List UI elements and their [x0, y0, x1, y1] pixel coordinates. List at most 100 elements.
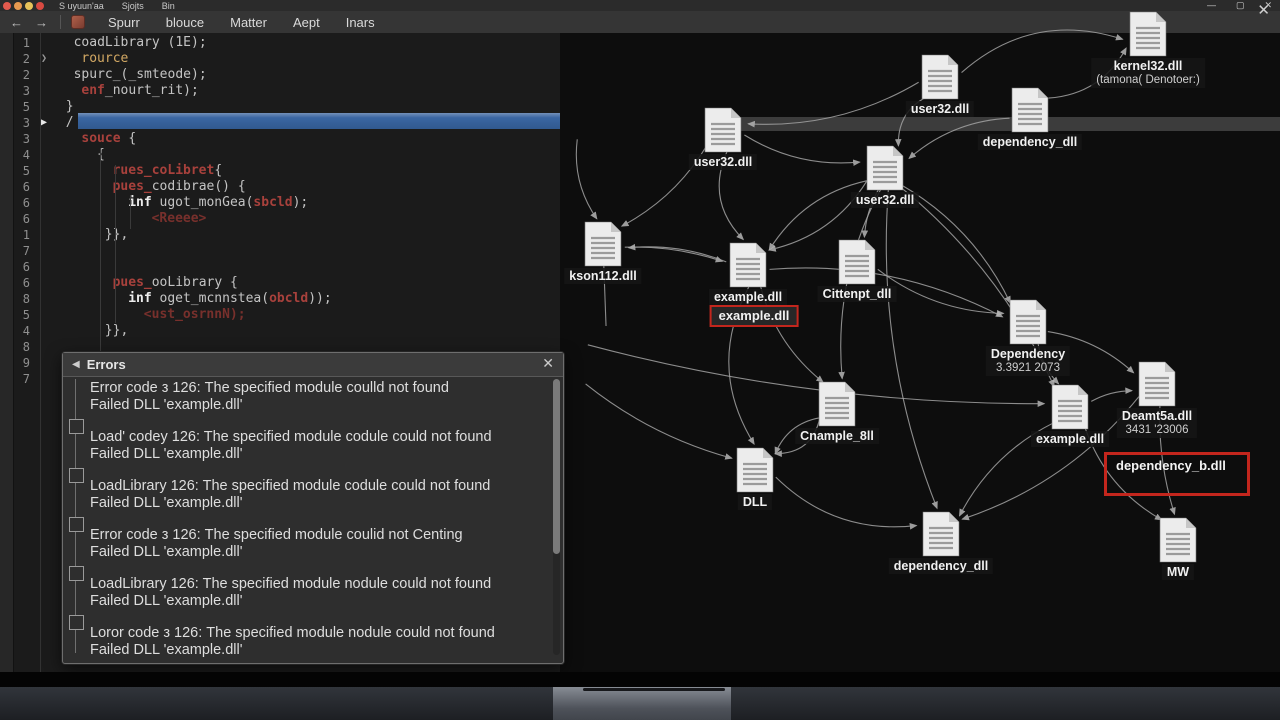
back-button[interactable]: ← — [10, 15, 23, 30]
fold-icon[interactable] — [30, 67, 58, 83]
node-label[interactable]: dependency_dll — [888, 558, 994, 574]
error-checkbox[interactable] — [69, 517, 84, 532]
code-line[interactable]: 1}}, — [0, 227, 560, 243]
traffic-light-icon[interactable] — [14, 1, 22, 10]
line-number[interactable]: 4 — [0, 323, 30, 339]
toolbar-menu-item[interactable]: blouce — [166, 15, 204, 30]
dll-file-icon[interactable] — [818, 381, 856, 427]
fold-icon[interactable] — [30, 371, 58, 387]
fold-icon[interactable] — [30, 259, 58, 275]
node-label[interactable]: Cittenpt_dll — [817, 286, 897, 302]
code-line[interactable]: 6 <Reeee> — [0, 211, 560, 227]
code-line[interactable]: 6 — [0, 259, 560, 275]
code-line[interactable]: 4{ — [0, 147, 560, 163]
code-line[interactable]: 8 inf oget_mcnnstea(obcld)); — [0, 291, 560, 307]
node-label[interactable]: user32.dll — [688, 154, 758, 170]
fold-icon[interactable] — [30, 179, 58, 195]
fold-icon[interactable] — [30, 243, 58, 259]
titlebar-menu-item[interactable]: Bin — [162, 1, 175, 11]
fold-icon[interactable] — [30, 291, 58, 307]
fold-icon[interactable]: ❯ — [30, 51, 58, 67]
fold-icon[interactable] — [30, 307, 58, 323]
error-highlight-chip[interactable]: example.dll — [709, 305, 799, 327]
code-line[interactable]: 3 enf_nourt_rit); — [0, 83, 560, 99]
line-number[interactable]: 9 — [0, 355, 30, 371]
fold-icon[interactable] — [30, 275, 58, 291]
code-line[interactable]: 2 ❯ rource — [0, 51, 560, 67]
dll-file-icon[interactable] — [921, 54, 959, 100]
dll-file-icon[interactable] — [1129, 11, 1167, 57]
line-number[interactable]: 8 — [0, 339, 30, 355]
line-number[interactable]: 7 — [0, 243, 30, 259]
error-item[interactable]: Loror code з 126: The specified module n… — [90, 625, 540, 658]
line-number[interactable]: 8 — [0, 291, 30, 307]
code-line[interactable]: 5 rues_coLibret{ — [0, 163, 560, 179]
code-line[interactable]: 4}}, — [0, 323, 560, 339]
dll-file-icon[interactable] — [704, 107, 742, 153]
error-highlight-box[interactable]: dependency_b.dll — [1104, 452, 1250, 496]
forward-button[interactable]: → — [35, 15, 48, 30]
traffic-light-icon[interactable] — [25, 1, 33, 10]
dependency-graph[interactable]: kernel32.dll (tamona( Denotoer:) user32.dl… — [560, 0, 1280, 672]
toolbar-menu-item[interactable]: Aept — [293, 15, 320, 30]
dll-file-icon[interactable] — [1138, 361, 1176, 407]
line-number[interactable]: 1 — [0, 35, 30, 51]
line-number[interactable]: 2 — [0, 51, 30, 67]
code-line[interactable]: 6 pues_codibrae() { — [0, 179, 560, 195]
line-number[interactable]: 6 — [0, 195, 30, 211]
fold-icon[interactable] — [30, 355, 58, 371]
dll-file-icon[interactable] — [1051, 384, 1089, 430]
dll-file-icon[interactable] — [584, 221, 622, 267]
fold-icon[interactable] — [30, 323, 58, 339]
node-label[interactable]: Dependency 3.3921 2073 — [985, 346, 1071, 376]
titlebar-menu-item[interactable]: Sjojts — [122, 1, 144, 11]
fold-icon[interactable] — [30, 195, 58, 211]
code-line[interactable]: 6 inf ugot_monGea(sbcld); — [0, 195, 560, 211]
error-item[interactable]: Error code з 126: The specified module c… — [90, 527, 540, 560]
line-number[interactable]: 3 — [0, 131, 30, 147]
breakpoint-arrow-icon[interactable]: ▶ — [30, 115, 58, 131]
line-number[interactable]: 6 — [0, 179, 30, 195]
line-number[interactable]: 4 — [0, 147, 30, 163]
line-number[interactable]: 5 — [0, 99, 30, 115]
collapse-caret-icon[interactable]: ◀ — [72, 359, 80, 370]
node-label[interactable]: MW — [1161, 564, 1195, 580]
fold-icon[interactable] — [30, 147, 58, 163]
errors-close-icon[interactable]: ✕ — [542, 355, 554, 372]
titlebar-menu-item[interactable]: S uyuun'aa — [59, 1, 104, 11]
line-number[interactable]: 6 — [0, 259, 30, 275]
fold-icon[interactable] — [30, 83, 58, 99]
fold-icon[interactable] — [30, 211, 58, 227]
error-checkbox[interactable] — [69, 615, 84, 630]
dll-file-icon[interactable] — [838, 239, 876, 285]
error-item[interactable]: LoadLibrary 126: The specified module co… — [90, 478, 540, 511]
node-label[interactable]: user32.dll — [905, 101, 975, 117]
node-label[interactable]: Cnample_8ll — [795, 428, 879, 444]
line-number[interactable]: 1 — [0, 227, 30, 243]
error-checkbox[interactable] — [69, 419, 84, 434]
errors-panel-header[interactable]: ◀ Errors ✕ — [63, 353, 563, 377]
traffic-lights[interactable] — [3, 1, 47, 10]
app-icon[interactable] — [71, 15, 85, 29]
node-label[interactable]: user32.dll — [850, 192, 920, 208]
line-number[interactable]: 7 — [0, 371, 30, 387]
errors-scrollbar[interactable] — [553, 379, 560, 655]
errors-scrollbar-thumb[interactable] — [553, 379, 560, 554]
line-number[interactable]: 3 — [0, 115, 30, 131]
dll-file-icon[interactable] — [1011, 87, 1049, 133]
code-line[interactable]: 3 souce { — [0, 131, 560, 147]
fold-icon[interactable] — [30, 227, 58, 243]
toolbar-menu-item[interactable]: Matter — [230, 15, 267, 30]
line-number[interactable]: 5 — [0, 163, 30, 179]
line-number[interactable]: 2 — [0, 67, 30, 83]
line-number[interactable]: 6 — [0, 275, 30, 291]
dll-file-icon[interactable] — [736, 447, 774, 493]
toolbar-menu-item[interactable]: Inars — [346, 15, 375, 30]
fold-icon[interactable] — [30, 131, 58, 147]
fold-icon[interactable] — [30, 35, 58, 51]
node-label[interactable]: kson112.dll — [564, 268, 642, 284]
code-line[interactable]: 6 pues_ooLibrary { — [0, 275, 560, 291]
toolbar-menu-item[interactable]: Spurr — [108, 15, 140, 30]
error-item[interactable]: Load' codey 126: The specified module co… — [90, 429, 540, 462]
dll-file-icon[interactable] — [866, 145, 904, 191]
